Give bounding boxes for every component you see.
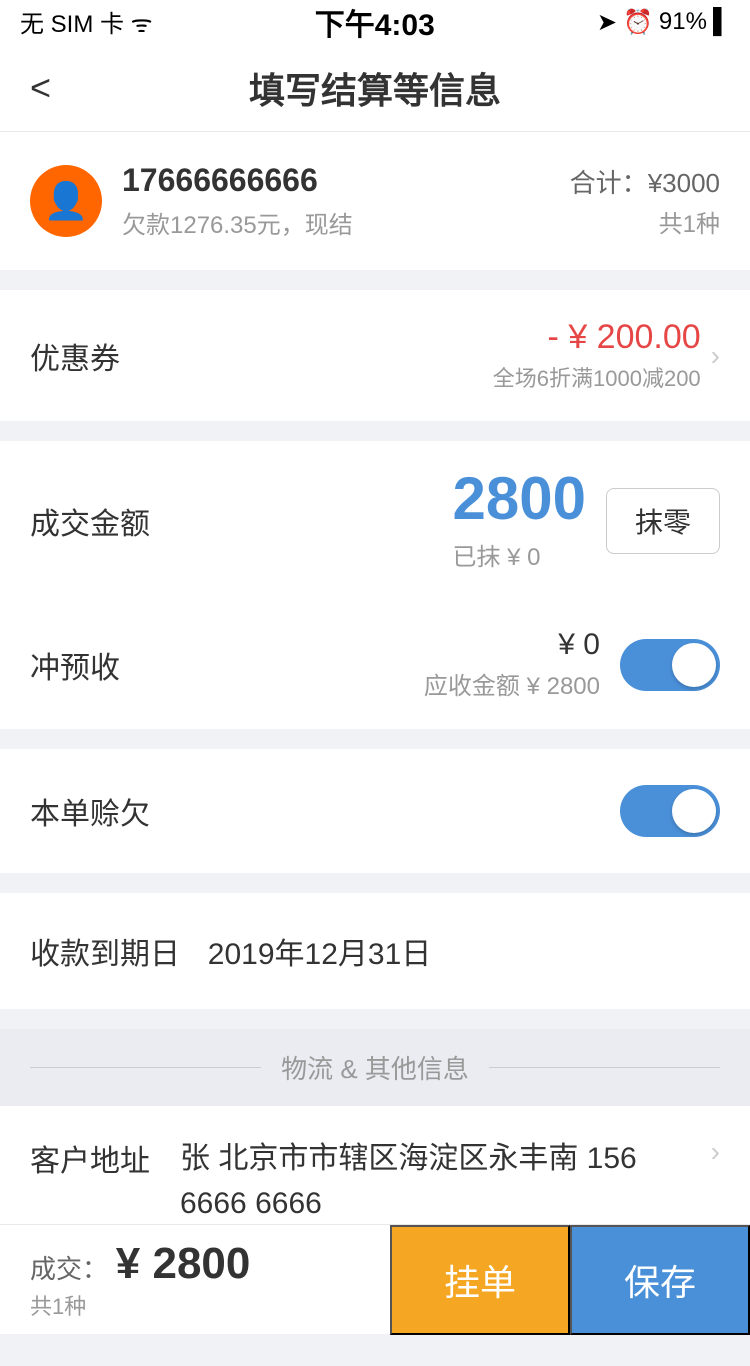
hang-order-button[interactable]: 挂单 <box>390 1225 570 1335</box>
deal-amount-row: 成交金额 2800 已抹 ¥ 0 抹零 <box>0 441 750 600</box>
chevron-right-icon: › <box>711 340 720 372</box>
bottom-deal-count: 共1种 <box>30 1289 360 1321</box>
back-button[interactable]: < <box>30 67 51 109</box>
due-date-label: 收款到期日 <box>30 938 180 971</box>
logistics-divider: 物流 & 其他信息 <box>0 1029 750 1106</box>
bottom-bar: 成交： ¥ 2800 共1种 挂单 保存 <box>0 1224 750 1334</box>
total-label: 合计：¥3000 <box>570 163 720 200</box>
bottom-deal-amount: ¥ 2800 <box>116 1239 251 1288</box>
prepay-row: 冲预收 ¥ 0 应收金额 ¥ 2800 <box>0 600 750 729</box>
status-time: 下午4:03 <box>315 0 435 44</box>
prepay-vals: ¥ 0 应收金额 ¥ 2800 <box>424 628 600 701</box>
deal-sub: 已抹 ¥ 0 <box>453 537 586 572</box>
status-bar: 无 SIM 卡 ᯤ 下午4:03 ➤ ⏰ 91% ▌ <box>0 0 750 44</box>
customer-right: 合计：¥3000 共1种 <box>570 163 720 239</box>
page-title: 填写结算等信息 <box>249 62 501 114</box>
prepay-sub: 应收金额 ¥ 2800 <box>424 666 600 701</box>
gap5 <box>0 1009 750 1029</box>
prepay-toggle[interactable] <box>620 639 720 691</box>
customer-phone: 17666666666 <box>122 162 353 199</box>
logistics-label: 物流 & 其他信息 <box>281 1049 469 1086</box>
gap4 <box>0 873 750 893</box>
gap2 <box>0 421 750 441</box>
debit-row: 本单赊欠 <box>0 749 750 873</box>
deal-amount-info: 2800 已抹 ¥ 0 <box>453 469 586 572</box>
coupon-row[interactable]: 优惠券 - ¥ 200.00 全场6折满1000减200 › <box>0 290 750 421</box>
bottom-deal-row: 成交： ¥ 2800 <box>30 1239 360 1289</box>
divider-line-left <box>30 1067 261 1068</box>
gap3 <box>0 729 750 749</box>
due-date-row: 收款到期日 2019年12月31日 <box>0 893 750 1009</box>
address-label: 客户地址 <box>30 1136 150 1180</box>
coupon-info: - ¥ 200.00 全场6折满1000减200 <box>493 318 701 393</box>
bottom-left: 成交： ¥ 2800 共1种 <box>0 1239 390 1321</box>
divider-line-right <box>489 1067 720 1068</box>
debit-toggle[interactable] <box>620 785 720 837</box>
total-count: 共1种 <box>570 204 720 239</box>
customer-info: 17666666666 欠款1276.35元，现结 <box>122 162 353 240</box>
debit-label: 本单赊欠 <box>30 789 150 833</box>
address-value: 张 北京市市辖区海淀区永丰南 156 6666 6666 <box>180 1136 711 1226</box>
deal-amount-right: 2800 已抹 ¥ 0 抹零 <box>453 469 721 572</box>
direction-icon: ➤ <box>597 8 617 37</box>
customer-row: 👤 17666666666 欠款1276.35元，现结 合计：¥3000 共1种 <box>0 132 750 270</box>
prepay-label: 冲预收 <box>30 643 120 687</box>
alarm-icon: ⏰ <box>623 8 653 37</box>
avatar: 👤 <box>30 165 102 237</box>
prepay-amount: ¥ 0 <box>424 628 600 662</box>
deal-amount-label: 成交金额 <box>30 499 150 543</box>
customer-sub: 欠款1276.35元，现结 <box>122 205 353 240</box>
status-right: ➤ ⏰ 91% ▌ <box>597 8 730 37</box>
bottom-deal-label: 成交： <box>30 1254 108 1284</box>
save-button[interactable]: 保存 <box>570 1225 750 1335</box>
address-chevron-icon: › <box>711 1136 720 1168</box>
coupon-amount: - ¥ 200.00 <box>493 318 701 357</box>
coupon-desc: 全场6折满1000减200 <box>493 361 701 393</box>
status-left: 无 SIM 卡 ᯤ <box>20 4 153 40</box>
gap1 <box>0 270 750 290</box>
coupon-label: 优惠券 <box>30 334 120 378</box>
nav-bar: < 填写结算等信息 <box>0 44 750 132</box>
battery-icon: ▌ <box>713 8 730 36</box>
customer-left: 👤 17666666666 欠款1276.35元，现结 <box>30 162 353 240</box>
due-date-value: 2019年12月31日 <box>208 938 431 971</box>
deal-number: 2800 <box>453 469 586 529</box>
sim-status: 无 SIM 卡 ᯤ <box>20 4 153 40</box>
round-off-button[interactable]: 抹零 <box>606 488 720 554</box>
avatar-icon: 👤 <box>44 180 89 222</box>
prepay-right: ¥ 0 应收金额 ¥ 2800 <box>424 628 720 701</box>
coupon-right: - ¥ 200.00 全场6折满1000减200 › <box>493 318 720 393</box>
battery-status: 91% <box>659 8 707 36</box>
